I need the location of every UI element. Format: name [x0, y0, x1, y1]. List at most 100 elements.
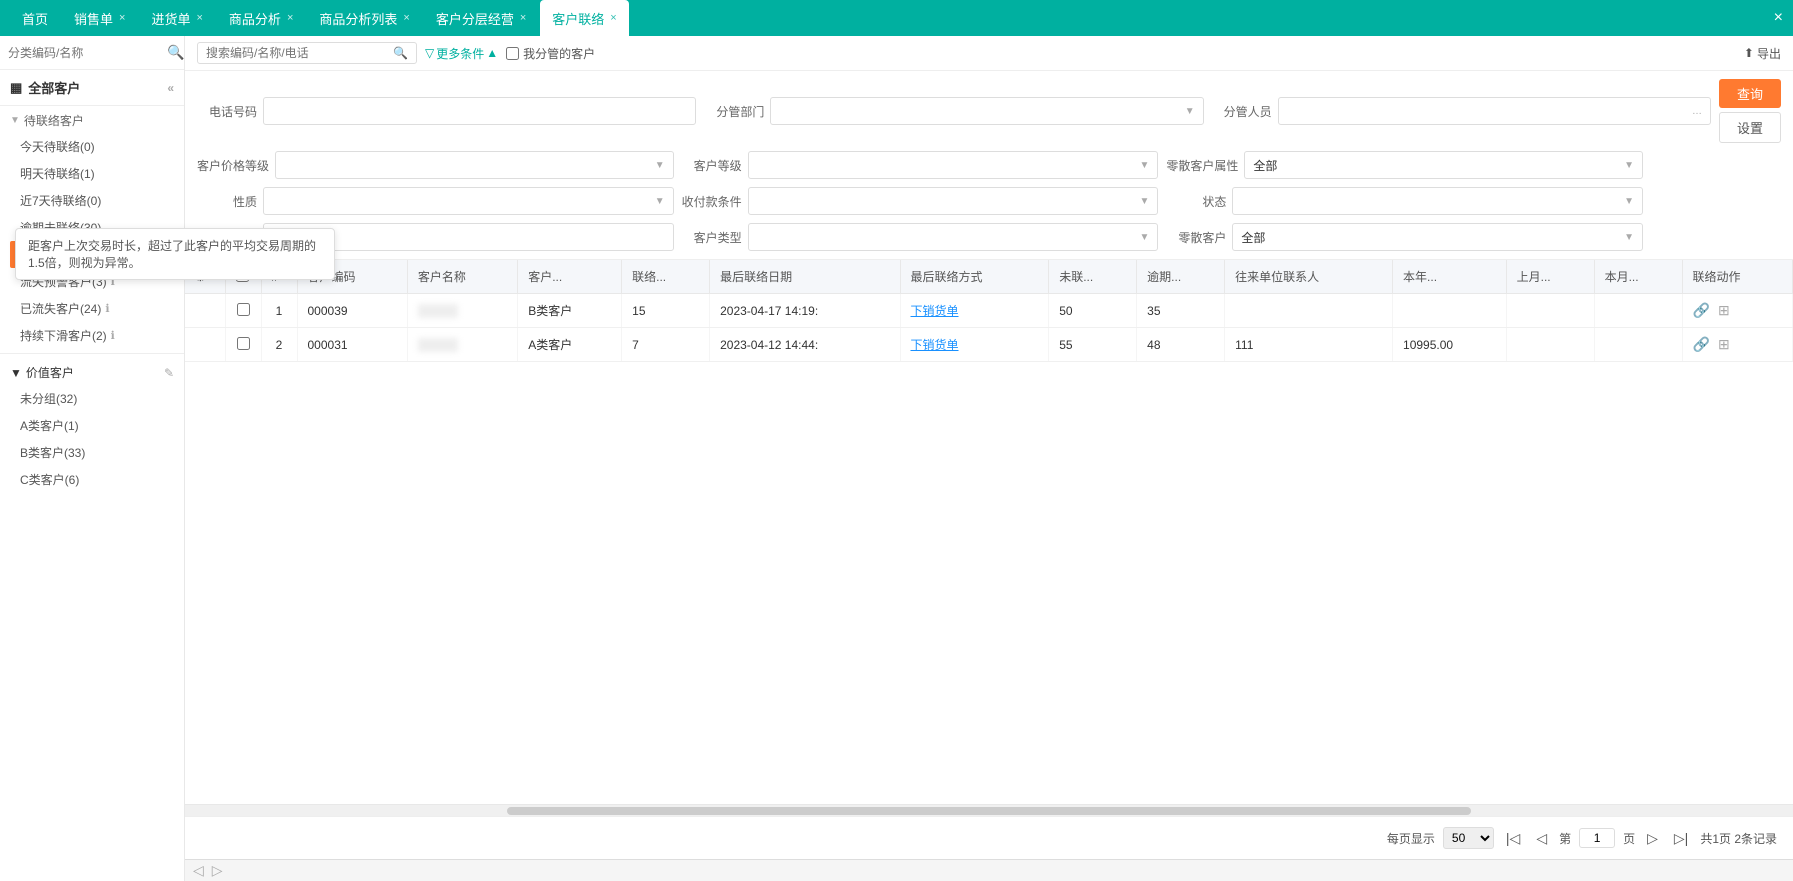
bottom-nav-right-arrow[interactable]: ▷ [208, 862, 227, 879]
retail-attr-dropdown[interactable]: 全部▼ [1244, 151, 1643, 179]
pending-contact-group[interactable]: ▼ 待联络客户 [0, 106, 184, 133]
row1-action: 🔗 ⊞ [1682, 294, 1792, 328]
per-page-select[interactable]: 50 20 100 [1443, 827, 1494, 849]
row2-last-month [1506, 328, 1594, 362]
close-customer-contact-tab[interactable]: × [610, 12, 616, 24]
sidebar-item-7days[interactable]: 近7天待联络(0) [0, 187, 184, 214]
row1-checkbox[interactable] [237, 303, 250, 316]
row1-check[interactable] [225, 294, 261, 328]
row2-code: 000031 [297, 328, 407, 362]
col-header-contact-count: 联络... [622, 260, 710, 294]
row1-code: 000039 [297, 294, 407, 328]
price-grade-dropdown[interactable]: ▼ [275, 151, 674, 179]
dept-dropdown[interactable]: ▼ [770, 97, 1203, 125]
bottom-nav: ◁ ▷ [185, 859, 1793, 881]
sidebar-item-class-c[interactable]: C类客户(6) [0, 466, 184, 493]
retail-customer-dropdown[interactable]: 全部▼ [1232, 223, 1643, 251]
search-bar-icon[interactable]: 🔍 [393, 46, 408, 60]
row2-grid-icon[interactable]: ⊞ [1718, 336, 1730, 353]
col-header-unit-contact: 往来单位联系人 [1225, 260, 1393, 294]
scrollbar-thumb[interactable] [507, 807, 1472, 815]
sidebar-item-class-a[interactable]: A类客户(1) [0, 412, 184, 439]
nav-customer-contact[interactable]: 客户联络 × [540, 0, 628, 36]
customer-type-label: 客户类型 [682, 229, 742, 246]
row1-method-link[interactable]: 下销货单 [911, 304, 959, 318]
search-input[interactable] [206, 46, 389, 60]
nav-home[interactable]: 首页 [10, 0, 60, 36]
my-customer-label: 我分管的客户 [523, 45, 595, 62]
row1-unit-contact [1225, 294, 1393, 328]
bottom-nav-left-arrow[interactable]: ◁ [189, 862, 208, 879]
more-conditions-button[interactable]: ▽ 更多条件 ▲ [425, 45, 498, 62]
sidebar-item-class-b[interactable]: B类客户(33) [0, 439, 184, 466]
page-input[interactable]: 1 [1579, 828, 1615, 848]
row2-link-icon[interactable]: 🔗 [1693, 336, 1710, 353]
row2-check[interactable] [225, 328, 261, 362]
nature-arrow-icon: ▼ [655, 196, 665, 207]
close-sales-tab[interactable]: × [119, 12, 125, 24]
all-customers-header[interactable]: ▦ 全部客户 « [0, 70, 184, 106]
customer-grade-label: 客户等级 [682, 157, 742, 174]
export-button[interactable]: ⬆ 导出 [1744, 45, 1781, 62]
setting-button[interactable]: 设置 [1719, 112, 1781, 143]
all-customers-label: 全部客户 [28, 78, 80, 97]
col-header-uncontacted: 未联... [1049, 260, 1137, 294]
sidebar-item-tomorrow[interactable]: 明天待联络(1) [0, 160, 184, 187]
nav-purchase[interactable]: 进货单 × [139, 0, 214, 36]
row2-method-link[interactable]: 下销货单 [911, 338, 959, 352]
row2-last-method[interactable]: 下销货单 [900, 328, 1049, 362]
my-customer-checkbox[interactable] [506, 47, 519, 60]
person-dropdown[interactable]: … [1278, 97, 1711, 125]
sidebar-search-icon[interactable]: 🔍 [167, 44, 184, 61]
sidebar-item-churned[interactable]: 已流失客户(24) ℹ [0, 295, 184, 322]
pending-arrow-icon: ▼ [10, 115, 20, 126]
first-page-button[interactable]: |◁ [1502, 830, 1524, 847]
status-dropdown[interactable]: ▼ [1232, 187, 1643, 215]
row1-gear [185, 294, 225, 328]
nav-product-analysis[interactable]: 商品分析 × [217, 0, 305, 36]
next-page-button[interactable]: ▷ [1643, 830, 1662, 847]
tooltip-box: 距客户上次交易时长，超过了此客户的平均交易周期的1.5倍，则视为异常。 [15, 228, 185, 280]
query-button[interactable]: 查询 [1719, 79, 1781, 108]
sidebar-item-ungroup[interactable]: 未分组(32) [0, 385, 184, 412]
nav-sales[interactable]: 销售单 × [62, 0, 137, 36]
close-product-analysis-tab[interactable]: × [287, 12, 293, 24]
pagination: 每页显示 50 20 100 |◁ ◁ 第 1 页 ▷ ▷| 共1页 2条记录 [185, 816, 1793, 859]
close-purchase-tab[interactable]: × [196, 12, 202, 24]
customer-type-dropdown[interactable]: ▼ [748, 223, 1159, 251]
collapse-sidebar-icon[interactable]: « [167, 81, 174, 95]
close-customer-layering-tab[interactable]: × [520, 12, 526, 24]
filter-row-3: 性质 ▼ 收付款条件 ▼ 状态 ▼ [197, 187, 1781, 215]
value-customers-group[interactable]: ▼ 价值客户 ✎ [0, 358, 184, 385]
close-product-analysis-list-tab[interactable]: × [403, 12, 409, 24]
row1-last-method[interactable]: 下销货单 [900, 294, 1049, 328]
row1-num: 1 [261, 294, 297, 328]
nav-product-analysis-list[interactable]: 商品分析列表 × [307, 0, 421, 36]
sidebar-search-input[interactable] [8, 46, 163, 60]
payment-dropdown[interactable]: ▼ [748, 187, 1159, 215]
nav-customer-layering[interactable]: 客户分层经营 × [424, 0, 538, 36]
filter-row-1: 电话号码 分管部门 ▼ 分管人员 … 查询 设置 [197, 79, 1781, 143]
prev-page-button[interactable]: ◁ [1532, 830, 1551, 847]
row1-grid-icon[interactable]: ⊞ [1718, 302, 1730, 319]
customer-grade-dropdown[interactable]: ▼ [748, 151, 1159, 179]
last-page-button[interactable]: ▷| [1670, 830, 1692, 847]
filter-dept: 分管部门 ▼ [704, 97, 1203, 125]
filter-retail-customer: 零散客户 全部▼ [1166, 223, 1643, 251]
row2-overdue: 48 [1137, 328, 1225, 362]
nature-dropdown[interactable]: ▼ [263, 187, 674, 215]
row1-link-icon[interactable]: 🔗 [1693, 302, 1710, 319]
col-header-action: 联络动作 [1682, 260, 1792, 294]
sidebar-item-today[interactable]: 今天待联络(0) [0, 133, 184, 160]
horizontal-scrollbar[interactable] [185, 804, 1793, 816]
edit-icon[interactable]: ✎ [164, 366, 174, 380]
filter-payment: 收付款条件 ▼ [682, 187, 1159, 215]
row1-this-year [1393, 294, 1507, 328]
dept-arrow-icon: ▼ [1185, 106, 1195, 117]
filter-customer-type: 客户类型 ▼ [682, 223, 1159, 251]
sidebar-item-declining[interactable]: 持续下滑客户(2) ℹ [0, 322, 184, 349]
row2-uncontacted: 55 [1049, 328, 1137, 362]
row2-checkbox[interactable] [237, 337, 250, 350]
phone-input[interactable] [263, 97, 696, 125]
close-all-button[interactable]: × [1774, 9, 1783, 27]
